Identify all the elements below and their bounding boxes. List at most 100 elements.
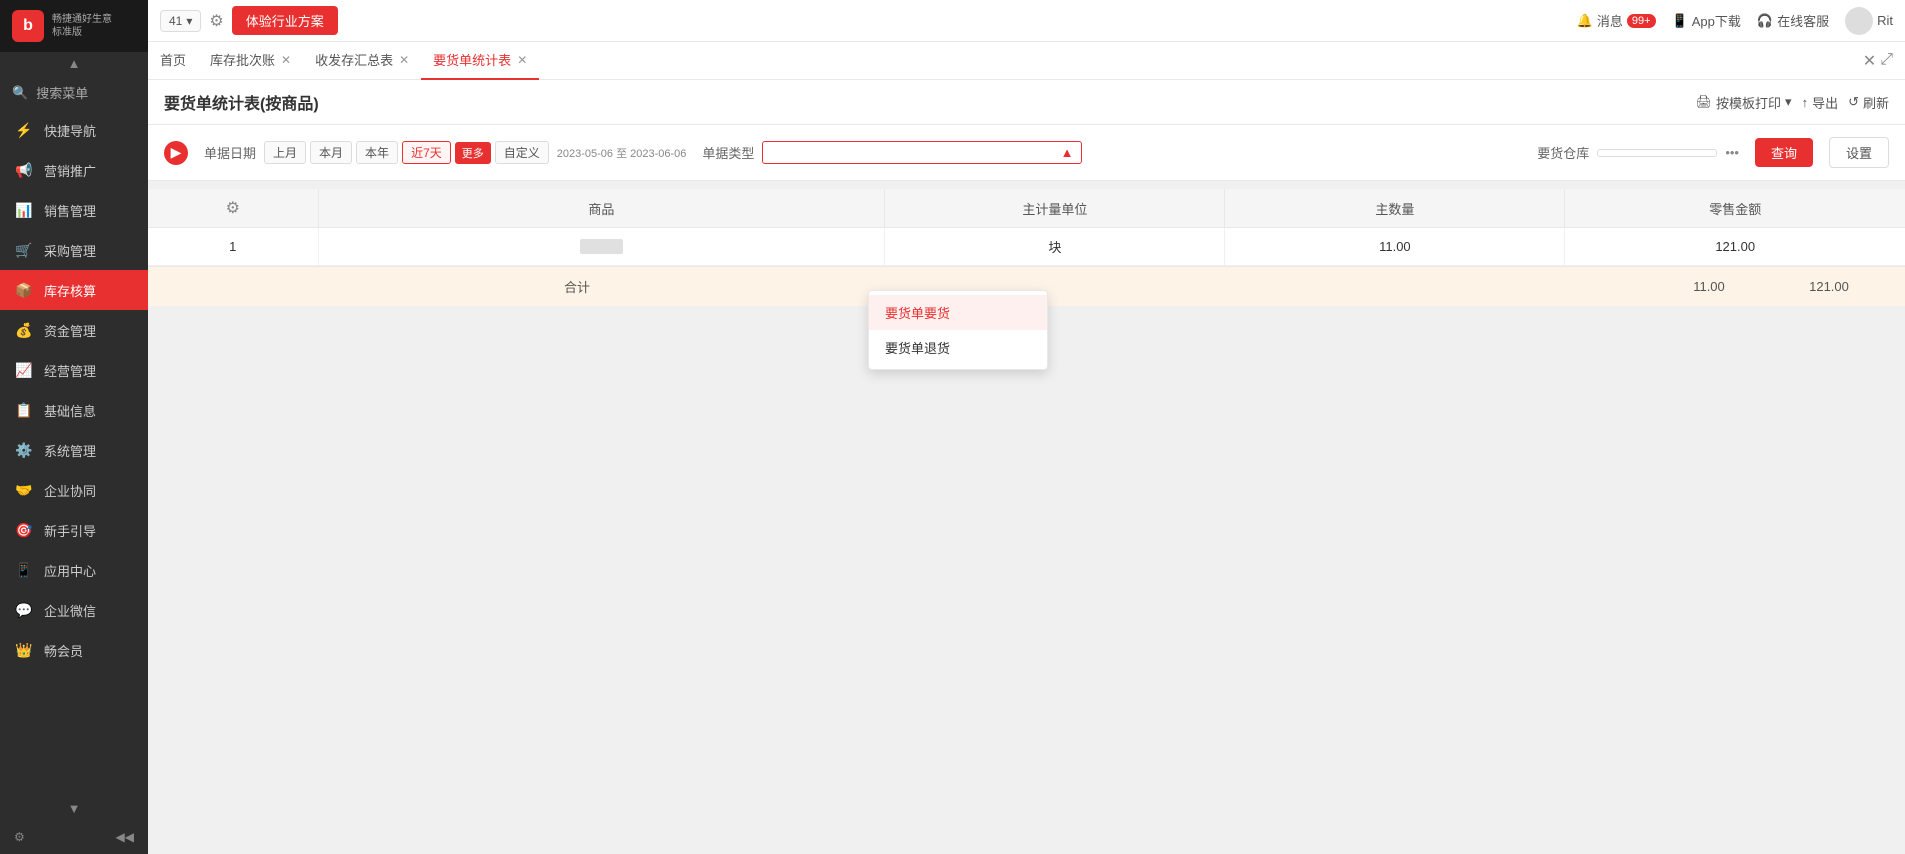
date-this-year[interactable]: 本年 <box>356 141 398 164</box>
search-icon: 🔍 <box>12 85 28 101</box>
inventory-icon: 📦 <box>14 280 34 300</box>
sidebar-scroll-up[interactable]: ▲ <box>0 52 148 75</box>
sidebar-item-member[interactable]: 👑 畅会员 <box>0 630 148 670</box>
enterprise-icon: 🤝 <box>14 480 34 500</box>
sidebar-footer: ⚙ ◀◀ <box>0 820 148 854</box>
filter-bar: ▶ 单据日期 上月 本月 本年 近7天 更多 自定义 2023-05-06 至 … <box>148 125 1905 181</box>
footer-label: 合计 <box>564 277 644 296</box>
user-menu[interactable]: Rit <box>1845 7 1893 35</box>
export-btn[interactable]: ↑ 导出 <box>1802 93 1839 112</box>
tabs-bar: 首页 库存批次账 ✕ 收发存汇总表 ✕ 要货单统计表 ✕ ✕ ⤢ <box>148 42 1905 80</box>
tab-shipment-summary[interactable]: 收发存汇总表 ✕ <box>303 42 421 80</box>
export-icon: ↑ <box>1802 95 1809 110</box>
sidebar-nav: ⚡ 快捷导航 📢 营销推广 📊 销售管理 🛒 采购管理 📦 库存核算 💰 资金管… <box>0 110 148 797</box>
page-content: 要货单统计表(按商品) 🖨 按模板打印 ▾ ↑ 导出 ↺ 刷新 ▶ <box>148 80 1905 854</box>
topbar-right: 🔔 消息 99+ 📱 App下载 🎧 在线客服 Rit <box>1577 7 1893 35</box>
close-tab-inventory-batch[interactable]: ✕ <box>281 53 291 67</box>
dropdown-item-order-return[interactable]: 要货单退货 <box>869 330 1047 365</box>
topbar-left: 41 ▾ ⚙ 体验行业方案 <box>160 6 338 35</box>
date-prev-month[interactable]: 上月 <box>264 141 306 164</box>
sidebar-item-wechat[interactable]: 💬 企业微信 <box>0 590 148 630</box>
marketing-icon: 📢 <box>14 160 34 180</box>
date-range-display: 2023-05-06 至 2023-06-06 <box>557 145 687 161</box>
sidebar-item-appstore[interactable]: 📱 应用中心 <box>0 550 148 590</box>
tabs-close-all[interactable]: ✕ <box>1863 51 1876 71</box>
finance-icon: 💰 <box>14 320 34 340</box>
warehouse-label: 要货仓库 <box>1537 143 1589 162</box>
sidebar-item-enterprise[interactable]: 🤝 企业协同 <box>0 470 148 510</box>
org-selector[interactable]: 41 ▾ <box>160 10 201 32</box>
warehouse-select[interactable] <box>1597 149 1717 157</box>
sidebar-item-quick-nav[interactable]: ⚡ 快捷导航 <box>0 110 148 150</box>
online-service-btn[interactable]: 🎧 在线客服 <box>1757 11 1829 30</box>
data-table-wrapper: ⚙ 商品 主计量单位 主数量 零售金额 1 <box>148 189 1905 266</box>
footer-amount: 121.00 <box>1769 279 1889 294</box>
sidebar-settings-icon[interactable]: ⚙ <box>14 830 25 844</box>
sidebar-scroll-down[interactable]: ▼ <box>0 797 148 820</box>
page-title: 要货单统计表(按商品) <box>164 90 319 114</box>
operations-icon: 📈 <box>14 360 34 380</box>
sidebar-item-basic[interactable]: 📋 基础信息 <box>0 390 148 430</box>
close-tab-order-stats[interactable]: ✕ <box>517 53 527 67</box>
dropdown-item-order-goods[interactable]: 要货单要货 <box>869 295 1047 330</box>
type-chevron-icon: ▲ <box>1061 145 1074 160</box>
wechat-icon: 💬 <box>14 600 34 620</box>
sidebar-item-system[interactable]: ⚙️ 系统管理 <box>0 430 148 470</box>
col-header-goods: 商品 <box>318 189 885 228</box>
print-btn[interactable]: 🖨 按模板打印 ▾ <box>1696 93 1792 112</box>
sidebar-item-operations[interactable]: 📈 经营管理 <box>0 350 148 390</box>
filter-toggle-btn[interactable]: ▶ <box>164 141 188 165</box>
col-header-unit: 主计量单位 <box>885 189 1225 228</box>
col-header-qty: 主数量 <box>1225 189 1565 228</box>
col-header-num: ⚙ <box>148 189 318 228</box>
date-this-month[interactable]: 本月 <box>310 141 352 164</box>
settings-button[interactable]: 设置 <box>1829 137 1889 168</box>
member-icon: 👑 <box>14 640 34 660</box>
print-chevron-icon: ▾ <box>1785 94 1792 110</box>
sidebar-collapse-btn[interactable]: ◀◀ <box>116 830 134 844</box>
sidebar-item-sales[interactable]: 📊 销售管理 <box>0 190 148 230</box>
type-filter-group: 单据类型 ▲ <box>702 141 1521 164</box>
refresh-btn[interactable]: ↺ 刷新 <box>1848 93 1889 112</box>
warehouse-filter-group: 要货仓库 ••• <box>1537 143 1739 162</box>
app-download-btn[interactable]: 📱 App下载 <box>1672 11 1741 30</box>
type-dropdown: 要货单要货 要货单退货 <box>868 290 1048 370</box>
page-header: 要货单统计表(按商品) 🖨 按模板打印 ▾ ↑ 导出 ↺ 刷新 <box>148 80 1905 125</box>
sidebar-search[interactable]: 🔍 搜索菜单 <box>0 75 148 110</box>
logo-icon: b <box>12 10 44 42</box>
topbar-gear-icon[interactable]: ⚙ <box>209 11 223 31</box>
trial-button[interactable]: 体验行业方案 <box>232 6 338 35</box>
tab-home[interactable]: 首页 <box>160 42 198 80</box>
table-gear-icon[interactable]: ⚙ <box>226 200 240 217</box>
sidebar-item-finance[interactable]: 💰 资金管理 <box>0 310 148 350</box>
basic-icon: 📋 <box>14 400 34 420</box>
type-select[interactable]: ▲ <box>762 141 1082 164</box>
cell-goods <box>318 228 885 266</box>
date-custom[interactable]: 自定义 <box>495 141 549 164</box>
page-actions: 🖨 按模板打印 ▾ ↑ 导出 ↺ 刷新 <box>1696 93 1890 112</box>
system-icon: ⚙️ <box>14 440 34 460</box>
sidebar-item-marketing[interactable]: 📢 营销推广 <box>0 150 148 190</box>
tabs-expand[interactable]: ⤢ <box>1880 51 1893 71</box>
more-filters-icon[interactable]: ••• <box>1725 145 1739 160</box>
sidebar-item-purchase[interactable]: 🛒 采购管理 <box>0 230 148 270</box>
date-last7days[interactable]: 近7天 <box>402 141 451 164</box>
close-tab-shipment-summary[interactable]: ✕ <box>399 53 409 67</box>
quick-nav-icon: ⚡ <box>14 120 34 140</box>
logo-text: 畅捷通好生意 标准版 <box>52 13 112 39</box>
tab-inventory-batch[interactable]: 库存批次账 ✕ <box>198 42 303 80</box>
search-button[interactable]: 查询 <box>1755 138 1813 167</box>
cell-unit: 块 <box>885 228 1225 266</box>
date-more[interactable]: 更多 <box>455 142 491 164</box>
sidebar-item-guide[interactable]: 🎯 新手引导 <box>0 510 148 550</box>
cell-num: 1 <box>148 228 318 266</box>
date-filter-group: 单据日期 上月 本月 本年 近7天 更多 自定义 2023-05-06 至 20… <box>204 141 686 164</box>
print-icon: 🖨 <box>1696 94 1713 110</box>
notifications-btn[interactable]: 🔔 消息 99+ <box>1577 11 1656 30</box>
data-table: ⚙ 商品 主计量单位 主数量 零售金额 1 <box>148 189 1905 266</box>
sales-icon: 📊 <box>14 200 34 220</box>
sidebar-item-inventory[interactable]: 📦 库存核算 <box>0 270 148 310</box>
headset-icon: 🎧 <box>1757 13 1773 29</box>
tab-order-stats[interactable]: 要货单统计表 ✕ <box>421 42 539 80</box>
sidebar: b 畅捷通好生意 标准版 ▲ 🔍 搜索菜单 ⚡ 快捷导航 📢 营销推广 📊 销售… <box>0 0 148 854</box>
